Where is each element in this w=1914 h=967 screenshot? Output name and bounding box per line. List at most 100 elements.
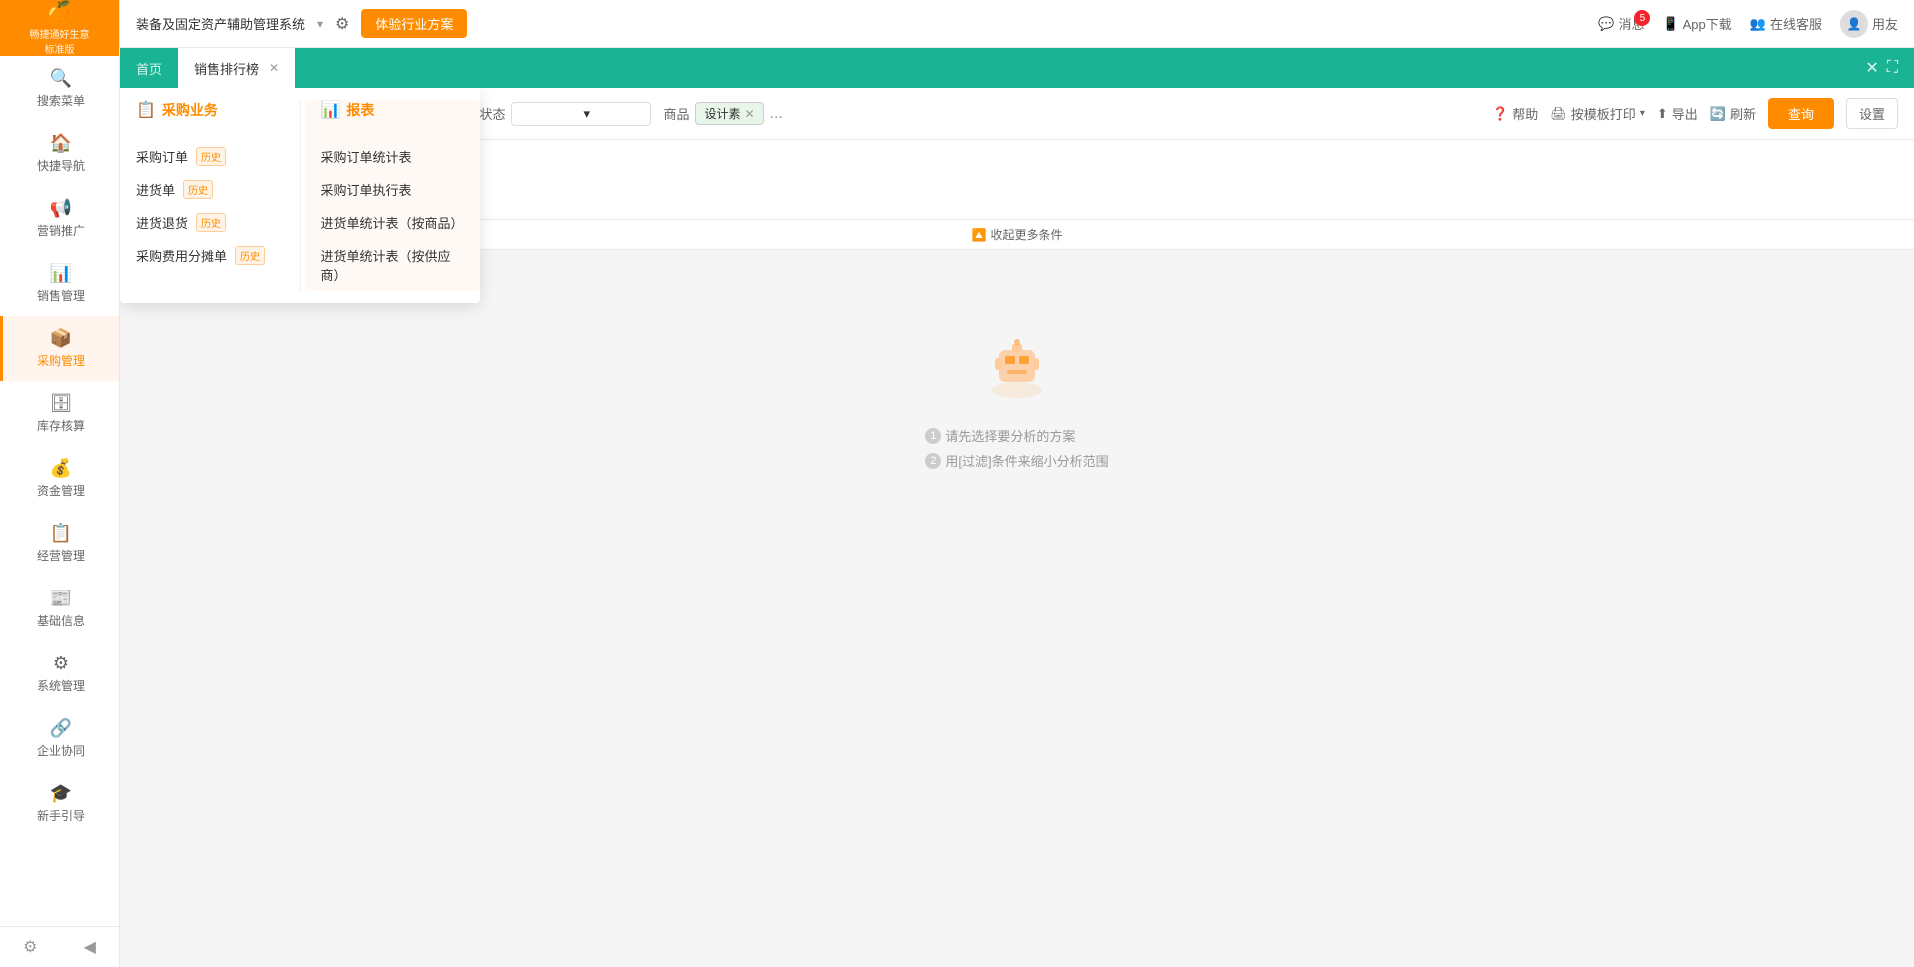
expense-label: 采购费用分摊单 [136, 246, 227, 265]
purchase-col-title-text: 采购业务 [162, 100, 218, 120]
sidebar-icon-quick: 🏠 [50, 133, 72, 154]
tab-home[interactable]: 首页 [120, 48, 178, 88]
return-label: 进货退货 [136, 213, 188, 232]
header-right: 💬 消息 5 📱 App下载 👥 在线客服 👤 用友 [1598, 10, 1898, 38]
export-label: 导出 [1672, 104, 1698, 123]
sidebar-label-marketing: 营销推广 [37, 222, 85, 239]
sidebar-label-finance: 资金管理 [37, 482, 85, 499]
sidebar-footer: ⚙ ◀ [0, 926, 119, 967]
sidebar-icon-operation: 📋 [50, 523, 72, 544]
tab-bar-actions: ✕ ⛶ [1865, 58, 1914, 78]
user-label: 用友 [1872, 14, 1898, 33]
sidebar-icon-guide: 🎓 [50, 783, 72, 804]
notification-item[interactable]: 💬 消息 5 [1598, 14, 1644, 33]
sidebar-icon-system: ⚙ [53, 653, 69, 674]
refresh-btn[interactable]: 🔄 刷新 [1710, 104, 1756, 123]
empty-robot-icon [977, 330, 1057, 410]
doc-status-select[interactable]: ▾ [511, 102, 651, 126]
tab-maximize-action[interactable]: ⛶ [1887, 59, 1898, 77]
goods-stats-label: 进货单统计表（按商品） [321, 213, 464, 232]
tab-close-btn[interactable]: ✕ [269, 61, 279, 75]
header-settings-icon[interactable]: ⚙ [335, 14, 349, 34]
sidebar-item-purchase[interactable]: 📦 采购管理 [0, 316, 119, 381]
sidebar-item-finance[interactable]: 💰 资金管理 [0, 446, 119, 511]
notification-icon: 💬 [1598, 16, 1614, 32]
dropdown-incoming[interactable]: 进货单 历史 [136, 173, 280, 206]
sidebar-label-search: 搜索菜单 [37, 92, 85, 109]
dropdown-purchase-order[interactable]: 采购订单 历史 [136, 140, 280, 173]
purchase-col-title: 📋 采购业务 [136, 100, 280, 128]
dropdown-return[interactable]: 进货退货 历史 [136, 206, 280, 239]
footer-collapse-btn[interactable]: ◀ [84, 937, 96, 957]
dropdown-po-stats[interactable]: 采购订单统计表 [321, 140, 465, 173]
sidebar-item-sales[interactable]: 📊 销售管理 [0, 251, 119, 316]
logo-icon: 🍊 [46, 0, 73, 26]
report-col-title: 📊 报表 [321, 100, 465, 128]
sidebar-label-inventory: 库存核算 [37, 417, 85, 434]
dropdown-supplier-stats[interactable]: 进货单统计表（按供应商） [321, 239, 465, 291]
sidebar-icon-inventory: 🗄 [50, 393, 73, 414]
print-icon: 🖨 [1550, 106, 1567, 122]
po-exec-label: 采购订单执行表 [321, 180, 412, 199]
dropdown-po-exec[interactable]: 采购订单执行表 [321, 173, 465, 206]
sidebar-item-system[interactable]: ⚙ 系统管理 [0, 641, 119, 706]
logo-label1: 畅捷通好生意 [30, 26, 90, 41]
settings-btn[interactable]: 设置 [1846, 98, 1898, 129]
dropdown-goods-stats[interactable]: 进货单统计表（按商品） [321, 206, 465, 239]
notification-badge: 5 [1634, 10, 1650, 26]
tab-close-action[interactable]: ✕ [1865, 58, 1878, 78]
sidebar-label-sales: 销售管理 [37, 287, 85, 304]
sidebar-item-enterprise[interactable]: 🔗 企业协同 [0, 706, 119, 771]
query-btn[interactable]: 查询 [1768, 98, 1834, 129]
toolbar-right: ❓ 帮助 🖨 按模板打印 ▾ ⬆ 导出 🔄 刷新 查询 设置 [1492, 98, 1898, 129]
sidebar-item-marketing[interactable]: 📢 营销推广 [0, 186, 119, 251]
goods-tag-close[interactable]: ✕ [744, 107, 754, 121]
sidebar-label-enterprise: 企业协同 [37, 742, 85, 759]
app-label: App下载 [1683, 14, 1732, 33]
system-title: 装备及固定资产辅助管理系统 [136, 14, 305, 33]
user-avatar: 👤 [1840, 10, 1868, 38]
logo-label2: 标准版 [45, 41, 75, 56]
app-download-item[interactable]: 📱 App下载 [1662, 14, 1731, 33]
sidebar-item-quick[interactable]: 🏠 快捷导航 [0, 121, 119, 186]
sidebar-item-operation[interactable]: 📋 经营管理 [0, 511, 119, 576]
po-stats-label: 采购订单统计表 [321, 147, 412, 166]
print-label: 按模板打印 [1571, 104, 1636, 123]
dropdown-expense[interactable]: 采购费用分摊单 历史 [136, 239, 280, 272]
goods-tag[interactable]: 设计素 ✕ [695, 102, 763, 125]
tab-sales-rank[interactable]: 销售排行榜 ✕ [178, 48, 295, 88]
sidebar-item-search[interactable]: 🔍 搜索菜单 [0, 56, 119, 121]
expense-history: 历史 [235, 246, 265, 265]
app-icon: 📱 [1662, 16, 1678, 32]
purchase-dropdown-menu: 📋 采购业务 采购订单 历史 进货单 历史 进货退货 历史 采购费用分摊单 [120, 88, 480, 303]
dropdown-divider [300, 100, 301, 291]
report-col-icon: 📊 [321, 100, 341, 120]
collapse-label: 收起更多条件 [990, 226, 1062, 243]
sidebar-item-inventory[interactable]: 🗄 库存核算 [0, 381, 119, 446]
refresh-label: 刷新 [1730, 104, 1756, 123]
goods-dots[interactable]: ... [770, 105, 783, 123]
sidebar-label-guide: 新手引导 [37, 807, 85, 824]
header-dropdown-btn[interactable]: ▾ [317, 17, 323, 31]
sidebar-label-purchase: 采购管理 [37, 352, 85, 369]
sidebar-icon-purchase: 📦 [50, 328, 72, 349]
collapse-icon: 🔼 [972, 228, 987, 242]
help-btn[interactable]: ❓ 帮助 [1492, 104, 1538, 123]
tab-sales-rank-label: 销售排行榜 [194, 59, 259, 78]
incoming-history: 历史 [183, 180, 213, 199]
empty-tips: 1 请先选择要分析的方案 2 用[过滤]条件来缩小分析范围 [925, 426, 1108, 476]
top-header: 装备及固定资产辅助管理系统 ▾ ⚙ 体验行业方案 💬 消息 5 📱 App下载 … [120, 0, 1914, 48]
logo: 🍊 畅捷通好生意 标准版 [0, 0, 119, 56]
export-icon: ⬆ [1657, 106, 1668, 122]
main-content: 装备及固定资产辅助管理系统 ▾ ⚙ 体验行业方案 💬 消息 5 📱 App下载 … [120, 0, 1914, 967]
footer-settings-btn[interactable]: ⚙ [23, 937, 37, 957]
sidebar-item-basic[interactable]: 📰 基础信息 [0, 576, 119, 641]
sidebar-item-guide[interactable]: 🎓 新手引导 [0, 771, 119, 836]
print-btn[interactable]: 🖨 按模板打印 ▾ [1550, 104, 1645, 123]
user-item[interactable]: 👤 用友 [1840, 10, 1898, 38]
return-history: 历史 [196, 213, 226, 232]
industry-btn[interactable]: 体验行业方案 [361, 9, 467, 38]
export-btn[interactable]: ⬆ 导出 [1657, 104, 1698, 123]
sidebar-icon-enterprise: 🔗 [50, 718, 72, 739]
online-service-item[interactable]: 👥 在线客服 [1750, 14, 1822, 33]
